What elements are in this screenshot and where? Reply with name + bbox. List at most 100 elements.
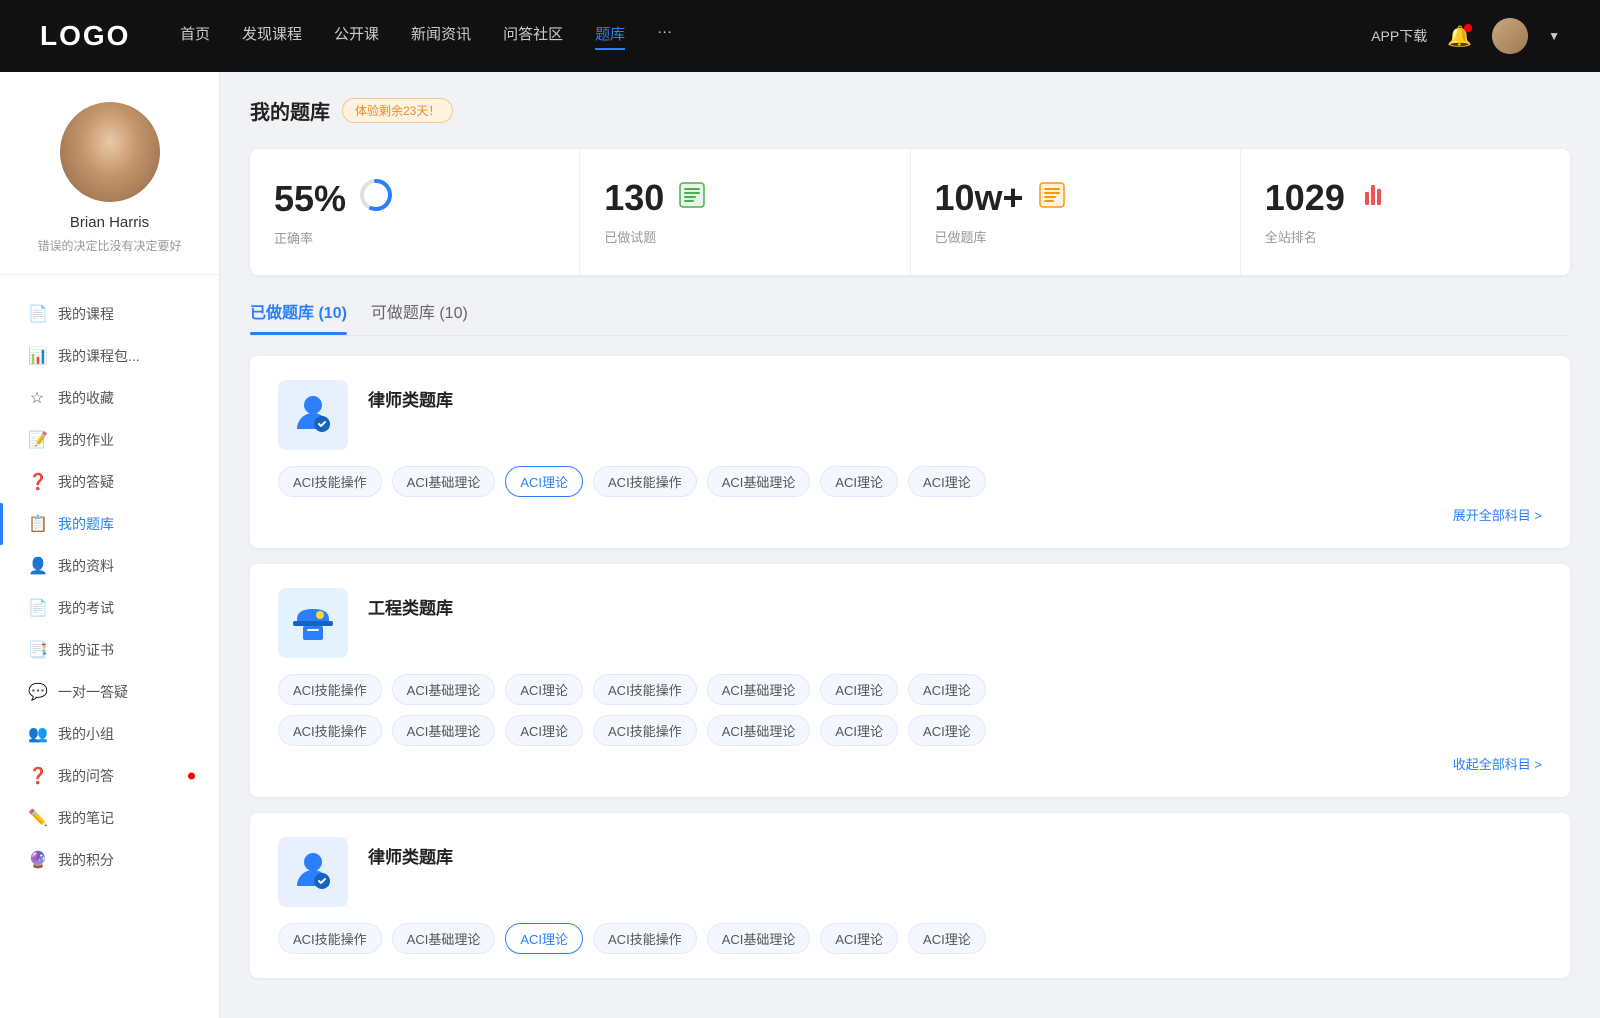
bank-card-lawyer-1-header: 律师类题库 (278, 380, 1542, 450)
sidebar-profile: Brian Harris 错误的决定比没有决定要好 (0, 102, 219, 275)
avatar-image (1492, 18, 1528, 54)
nav-news[interactable]: 新闻资讯 (411, 23, 471, 50)
sidebar-item-points[interactable]: 🔮 我的积分 (0, 839, 219, 881)
user-avatar[interactable] (1492, 18, 1528, 54)
eng-tag-theory-3[interactable]: ACI理论 (908, 674, 986, 705)
engineer-icon-wrapper (278, 588, 348, 658)
eng-tag-basic-1[interactable]: ACI基础理论 (392, 674, 496, 705)
stat-done-banks-label: 已做题库 (935, 227, 1216, 246)
profile-icon: 👤 (28, 556, 46, 576)
tag-aci-basic-2[interactable]: ACI基础理论 (707, 466, 811, 497)
eng-tag-skill-4[interactable]: ACI技能操作 (593, 715, 697, 746)
tab-available-banks[interactable]: 可做题库 (10) (371, 299, 468, 335)
nav-qa[interactable]: 问答社区 (503, 23, 563, 50)
bank-card-lawyer-2-header: 律师类题库 (278, 837, 1542, 907)
bank-card-lawyer-1-expand[interactable]: 展开全部科目 > (278, 505, 1542, 524)
nav-question-bank[interactable]: 题库 (595, 23, 625, 50)
profile-label: 我的资料 (58, 556, 114, 576)
stat-accuracy: 55% 正确率 (250, 149, 580, 275)
main-wrapper: Brian Harris 错误的决定比没有决定要好 📄 我的课程 📊 我的课程包… (0, 72, 1600, 1018)
eng-tag-theory-1[interactable]: ACI理论 (505, 674, 583, 705)
sidebar-item-one-on-one[interactable]: 💬 一对一答疑 (0, 671, 219, 713)
sidebar-item-profile[interactable]: 👤 我的资料 (0, 545, 219, 587)
tag-aci-skill-1[interactable]: ACI技能操作 (278, 466, 382, 497)
sidebar-motto: 错误的决定比没有决定要好 (20, 237, 199, 254)
sidebar-item-homework[interactable]: 📝 我的作业 (0, 419, 219, 461)
stats-row: 55% 正确率 130 (250, 149, 1570, 275)
bank-card-engineer-1: 工程类题库 ACI技能操作 ACI基础理论 ACI理论 ACI技能操作 ACI基… (250, 564, 1570, 797)
stat-done-questions-value: 130 (604, 177, 664, 219)
tag-aci-theory-1[interactable]: ACI理论 (505, 466, 583, 497)
page-title: 我的题库 (250, 96, 330, 125)
sidebar: Brian Harris 错误的决定比没有决定要好 📄 我的课程 📊 我的课程包… (0, 72, 220, 1018)
stat-ranking-top: 1029 (1265, 177, 1546, 219)
stat-accuracy-value: 55% (274, 178, 346, 220)
app-download-button[interactable]: APP下载 (1371, 26, 1427, 46)
law2-tag-theory-1[interactable]: ACI理论 (505, 923, 583, 954)
bank-card-lawyer-1-tags: ACI技能操作 ACI基础理论 ACI理论 ACI技能操作 ACI基础理论 AC… (278, 466, 1542, 497)
tag-aci-basic-1[interactable]: ACI基础理论 (392, 466, 496, 497)
eng-tag-skill-3[interactable]: ACI技能操作 (278, 715, 382, 746)
certificate-icon: 📑 (28, 640, 46, 660)
sidebar-item-answers[interactable]: ❓ 我的答疑 (0, 461, 219, 503)
my-qa-icon: ❓ (28, 766, 46, 786)
tag-aci-skill-2[interactable]: ACI技能操作 (593, 466, 697, 497)
question-bank-label: 我的题库 (58, 514, 114, 534)
law2-tag-basic-2[interactable]: ACI基础理论 (707, 923, 811, 954)
tab-done-banks[interactable]: 已做题库 (10) (250, 299, 347, 335)
sidebar-item-exam[interactable]: 📄 我的考试 (0, 587, 219, 629)
bank-card-lawyer-2-tags: ACI技能操作 ACI基础理论 ACI理论 ACI技能操作 ACI基础理论 AC… (278, 923, 1542, 954)
bank-card-engineer-1-tags-row1: ACI技能操作 ACI基础理论 ACI理论 ACI技能操作 ACI基础理论 AC… (278, 674, 1542, 705)
notification-bell[interactable]: 🔔 (1447, 24, 1472, 49)
eng-tag-theory-2[interactable]: ACI理论 (820, 674, 898, 705)
answers-icon: ❓ (28, 472, 46, 492)
eng-tag-basic-3[interactable]: ACI基础理论 (392, 715, 496, 746)
nav-more[interactable]: ··· (657, 23, 672, 50)
bank-card-lawyer-1: 律师类题库 ACI技能操作 ACI基础理论 ACI理论 ACI技能操作 ACI基… (250, 356, 1570, 548)
eng-tag-skill-1[interactable]: ACI技能操作 (278, 674, 382, 705)
points-label: 我的积分 (58, 850, 114, 870)
eng-tag-theory-6[interactable]: ACI理论 (908, 715, 986, 746)
answers-label: 我的答疑 (58, 472, 114, 492)
bank-card-lawyer-1-info: 律师类题库 (368, 380, 453, 411)
nav-discover[interactable]: 发现课程 (242, 23, 302, 50)
my-course-icon: 📄 (28, 304, 46, 324)
sidebar-item-certificate[interactable]: 📑 我的证书 (0, 629, 219, 671)
group-label: 我的小组 (58, 724, 114, 744)
bank-card-engineer-1-title: 工程类题库 (368, 594, 453, 619)
bank-card-engineer-1-collapse[interactable]: 收起全部科目 > (278, 754, 1542, 773)
sidebar-item-course-package[interactable]: 📊 我的课程包... (0, 335, 219, 377)
law2-tag-theory-2[interactable]: ACI理论 (820, 923, 898, 954)
sidebar-item-my-course[interactable]: 📄 我的课程 (0, 293, 219, 335)
favorites-label: 我的收藏 (58, 388, 114, 408)
sidebar-item-my-qa[interactable]: ❓ 我的问答 (0, 755, 219, 797)
stat-accuracy-top: 55% (274, 177, 555, 220)
sidebar-item-question-bank[interactable]: 📋 我的题库 (0, 503, 219, 545)
eng-tag-skill-2[interactable]: ACI技能操作 (593, 674, 697, 705)
sidebar-item-favorites[interactable]: ☆ 我的收藏 (0, 377, 219, 419)
stat-accuracy-icon (358, 177, 394, 220)
law2-tag-skill-2[interactable]: ACI技能操作 (593, 923, 697, 954)
certificate-label: 我的证书 (58, 640, 114, 660)
law2-tag-theory-3[interactable]: ACI理论 (908, 923, 986, 954)
sidebar-item-notes[interactable]: ✏️ 我的笔记 (0, 797, 219, 839)
eng-tag-theory-5[interactable]: ACI理论 (820, 715, 898, 746)
law2-tag-skill-1[interactable]: ACI技能操作 (278, 923, 382, 954)
homework-icon: 📝 (28, 430, 46, 450)
bank-card-lawyer-2: 律师类题库 ACI技能操作 ACI基础理论 ACI理论 ACI技能操作 ACI基… (250, 813, 1570, 978)
nav-home[interactable]: 首页 (180, 23, 210, 50)
sidebar-item-group[interactable]: 👥 我的小组 (0, 713, 219, 755)
tag-aci-theory-2[interactable]: ACI理论 (820, 466, 898, 497)
lawyer-2-icon-wrapper (278, 837, 348, 907)
tag-aci-theory-3[interactable]: ACI理论 (908, 466, 986, 497)
nav-open-course[interactable]: 公开课 (334, 23, 379, 50)
user-dropdown-icon[interactable]: ▼ (1548, 29, 1560, 43)
stat-done-questions-label: 已做试题 (604, 227, 885, 246)
eng-tag-basic-4[interactable]: ACI基础理论 (707, 715, 811, 746)
eng-tag-theory-4[interactable]: ACI理论 (505, 715, 583, 746)
bank-card-lawyer-2-info: 律师类题库 (368, 837, 453, 868)
law2-tag-basic-1[interactable]: ACI基础理论 (392, 923, 496, 954)
navbar: LOGO 首页 发现课程 公开课 新闻资讯 问答社区 题库 ··· APP下载 … (0, 0, 1600, 72)
one-on-one-icon: 💬 (28, 682, 46, 702)
eng-tag-basic-2[interactable]: ACI基础理论 (707, 674, 811, 705)
